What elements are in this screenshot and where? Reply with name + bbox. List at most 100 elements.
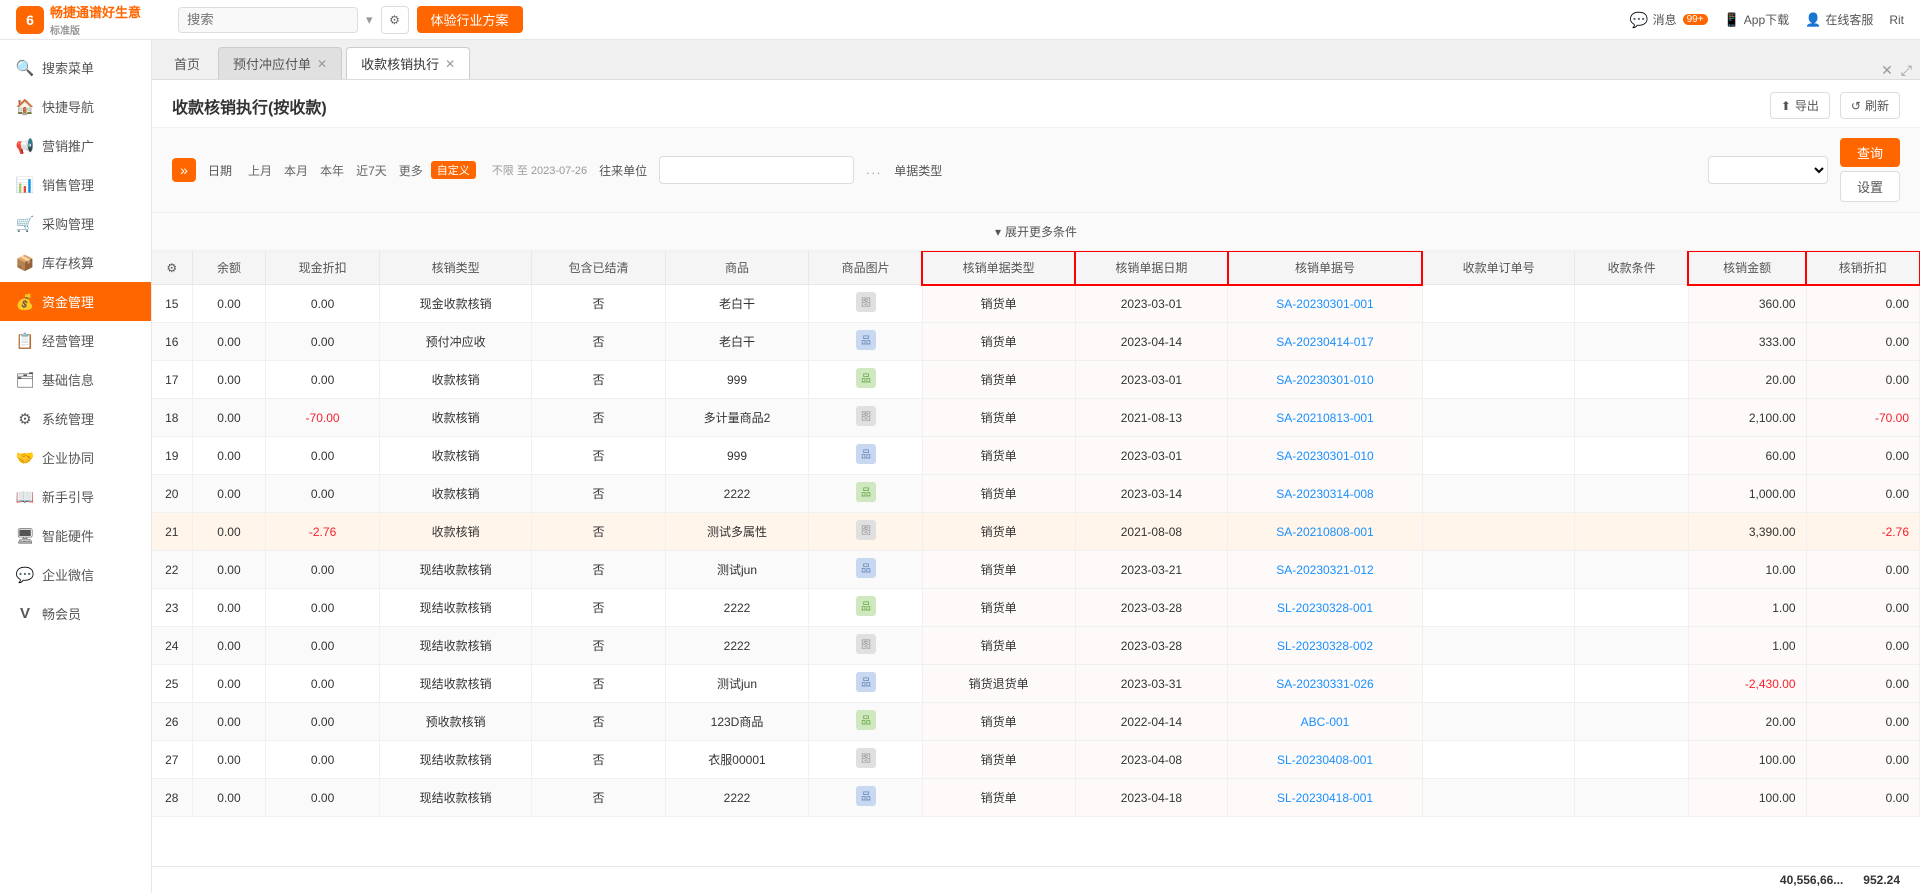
- cell-cash-discount: 0.00: [266, 665, 379, 703]
- sidebar-item-vip[interactable]: V 畅会员: [0, 594, 151, 633]
- tab-receipt[interactable]: 收款核销执行 ✕: [346, 47, 470, 79]
- sidebar-item-basic[interactable]: 🗂 基础信息: [0, 360, 151, 399]
- tab-prepay[interactable]: 预付冲应付单 ✕: [218, 47, 342, 79]
- sidebar-item-marketing[interactable]: 📢 营销推广: [0, 126, 151, 165]
- cell-cancel-bill-no[interactable]: SA-20210813-001: [1228, 399, 1422, 437]
- export-btn[interactable]: ⬆ 导出: [1770, 92, 1830, 119]
- app-logo: 6 畅捷通谱好生意 标准版: [16, 2, 166, 37]
- cell-balance: 0.00: [192, 551, 266, 589]
- query-btn[interactable]: 查询: [1840, 138, 1900, 167]
- solution-btn[interactable]: 体验行业方案: [417, 6, 523, 33]
- cell-cancel-bill-no[interactable]: SL-20230408-001: [1228, 741, 1422, 779]
- svg-text:品: 品: [861, 487, 871, 499]
- tab-prepay-close[interactable]: ✕: [317, 57, 327, 71]
- tab-home[interactable]: 首页: [160, 48, 214, 79]
- cancel-bill-no-link[interactable]: ABC-001: [1301, 715, 1350, 729]
- cell-no: 18: [152, 399, 192, 437]
- sidebar-item-hardware[interactable]: 🖥 智能硬件: [0, 516, 151, 555]
- settings-gear-btn[interactable]: ⚙: [381, 6, 409, 34]
- cell-product: 测试jun: [665, 551, 809, 589]
- sidebar-item-guide[interactable]: 📖 新手引导: [0, 477, 151, 516]
- cancel-bill-no-link[interactable]: SA-20210813-001: [1276, 411, 1373, 425]
- date-sub-area: 不限 至 2023-07-26: [488, 162, 587, 178]
- date-more[interactable]: 更多: [395, 160, 427, 181]
- cancel-bill-no-link[interactable]: SA-20230321-012: [1276, 563, 1373, 577]
- tab-receipt-close[interactable]: ✕: [445, 57, 455, 71]
- sidebar-item-inventory[interactable]: 📦 库存核算: [0, 243, 151, 282]
- cell-cancel-bill-no[interactable]: SA-20230331-026: [1228, 665, 1422, 703]
- cancel-bill-no-link[interactable]: SL-20230408-001: [1277, 753, 1373, 767]
- date-7days[interactable]: 近7天: [352, 160, 391, 181]
- filter-expand-btn[interactable]: »: [172, 158, 196, 182]
- cancel-bill-no-link[interactable]: SL-20230328-002: [1277, 639, 1373, 653]
- cell-include-settled: 否: [532, 741, 665, 779]
- cell-include-settled: 否: [532, 285, 665, 323]
- sidebar-item-search[interactable]: 🔍 搜索菜单: [0, 48, 151, 87]
- cell-cancel-bill-date: 2023-03-28: [1075, 589, 1228, 627]
- sidebar-item-enterprise[interactable]: 🤝 企业协同: [0, 438, 151, 477]
- cell-cancel-bill-no[interactable]: SA-20230314-008: [1228, 475, 1422, 513]
- cancel-bill-no-link[interactable]: SA-20230301-010: [1276, 449, 1373, 463]
- cancel-bill-no-link[interactable]: SA-20230314-008: [1276, 487, 1373, 501]
- sidebar-item-wechat[interactable]: 💬 企业微信: [0, 555, 151, 594]
- cancel-bill-no-link[interactable]: SL-20230418-001: [1277, 791, 1373, 805]
- page-header-actions: ⬆ 导出 ↺ 刷新: [1770, 92, 1900, 119]
- cell-product-image: 品: [809, 589, 922, 627]
- top-search-input[interactable]: [178, 7, 358, 33]
- refresh-btn[interactable]: ↺ 刷新: [1840, 92, 1900, 119]
- expand-more-btn[interactable]: ▾ 展开更多条件: [987, 219, 1085, 244]
- cell-cancel-bill-no[interactable]: SA-20230301-010: [1228, 437, 1422, 475]
- top-bar-center: ▾ ⚙ 体验行业方案: [178, 6, 1618, 34]
- user-name[interactable]: Rit: [1889, 13, 1904, 27]
- cancel-bill-no-link[interactable]: SA-20230414-017: [1276, 335, 1373, 349]
- cancel-bill-no-link[interactable]: SA-20230301-010: [1276, 373, 1373, 387]
- col-cancel-bill-date: 核销单据日期: [1075, 251, 1228, 285]
- cell-cancel-bill-no[interactable]: ABC-001: [1228, 703, 1422, 741]
- from-unit-input[interactable]: [659, 156, 854, 184]
- cell-no: 25: [152, 665, 192, 703]
- cell-cancel-bill-no[interactable]: SA-20230321-012: [1228, 551, 1422, 589]
- sidebar-item-sales[interactable]: 📊 销售管理: [0, 165, 151, 204]
- cell-include-settled: 否: [532, 665, 665, 703]
- receipt-type-select[interactable]: [1708, 156, 1828, 184]
- sidebar-label-inventory: 库存核算: [42, 253, 94, 272]
- cell-cancel-bill-no[interactable]: SL-20230328-001: [1228, 589, 1422, 627]
- dropdown-arrow[interactable]: ▾: [366, 12, 373, 28]
- online-service-btn[interactable]: 👤 在线客服: [1805, 11, 1873, 28]
- cell-cancel-bill-date: 2021-08-13: [1075, 399, 1228, 437]
- message-btn[interactable]: 💬 消息 99+: [1630, 11, 1708, 29]
- col-gear[interactable]: ⚙: [152, 251, 192, 285]
- sidebar-item-quicknav[interactable]: 🏠 快捷导航: [0, 87, 151, 126]
- sidebar-item-operations[interactable]: 📋 经营管理: [0, 321, 151, 360]
- from-unit-label: 往来单位: [599, 162, 647, 179]
- col-balance: 余额: [192, 251, 266, 285]
- data-table: ⚙ 余额 现金折扣 核销类型 包含已结清 商品 商品图片 核销单据类型 核销单据…: [152, 251, 1920, 817]
- settings-btn[interactable]: 设置: [1840, 171, 1900, 202]
- cell-cancel-bill-no[interactable]: SL-20230418-001: [1228, 779, 1422, 817]
- tab-close-all-btn[interactable]: ✕: [1881, 62, 1893, 79]
- cancel-bill-no-link[interactable]: SA-20230331-026: [1276, 677, 1373, 691]
- sidebar-item-purchase[interactable]: 🛒 采购管理: [0, 204, 151, 243]
- cell-cancel-bill-no[interactable]: SA-20230301-010: [1228, 361, 1422, 399]
- date-last-month[interactable]: 上月: [244, 160, 276, 181]
- cell-cancel-bill-no[interactable]: SL-20230328-002: [1228, 627, 1422, 665]
- date-this-year[interactable]: 本年: [316, 160, 348, 181]
- cancel-bill-no-link[interactable]: SL-20230328-001: [1277, 601, 1373, 615]
- cancel-bill-no-link[interactable]: SA-20210808-001: [1276, 525, 1373, 539]
- date-this-month[interactable]: 本月: [280, 160, 312, 181]
- cell-cancel-bill-no[interactable]: SA-20230301-001: [1228, 285, 1422, 323]
- app-download-btn[interactable]: 📱 App下载: [1724, 11, 1790, 28]
- cell-cancel-discount: 0.00: [1806, 589, 1919, 627]
- sidebar-item-finance[interactable]: 💰 资金管理: [0, 282, 151, 321]
- tab-prepay-label: 预付冲应付单: [233, 54, 311, 73]
- date-custom[interactable]: 自定义: [431, 161, 476, 179]
- page-title: 收款核销执行(按收款): [172, 94, 327, 118]
- receipt-type-label: 单据类型: [894, 162, 942, 179]
- cell-cancel-bill-no[interactable]: SA-20210808-001: [1228, 513, 1422, 551]
- cancel-bill-no-link[interactable]: SA-20230301-001: [1276, 297, 1373, 311]
- sidebar-item-system[interactable]: ⚙ 系统管理: [0, 399, 151, 438]
- tab-expand-btn[interactable]: ⤢: [1901, 62, 1912, 79]
- table-container[interactable]: ⚙ 余额 现金折扣 核销类型 包含已结清 商品 商品图片 核销单据类型 核销单据…: [152, 251, 1920, 866]
- cell-cash-discount: 0.00: [266, 285, 379, 323]
- cell-cancel-bill-no[interactable]: SA-20230414-017: [1228, 323, 1422, 361]
